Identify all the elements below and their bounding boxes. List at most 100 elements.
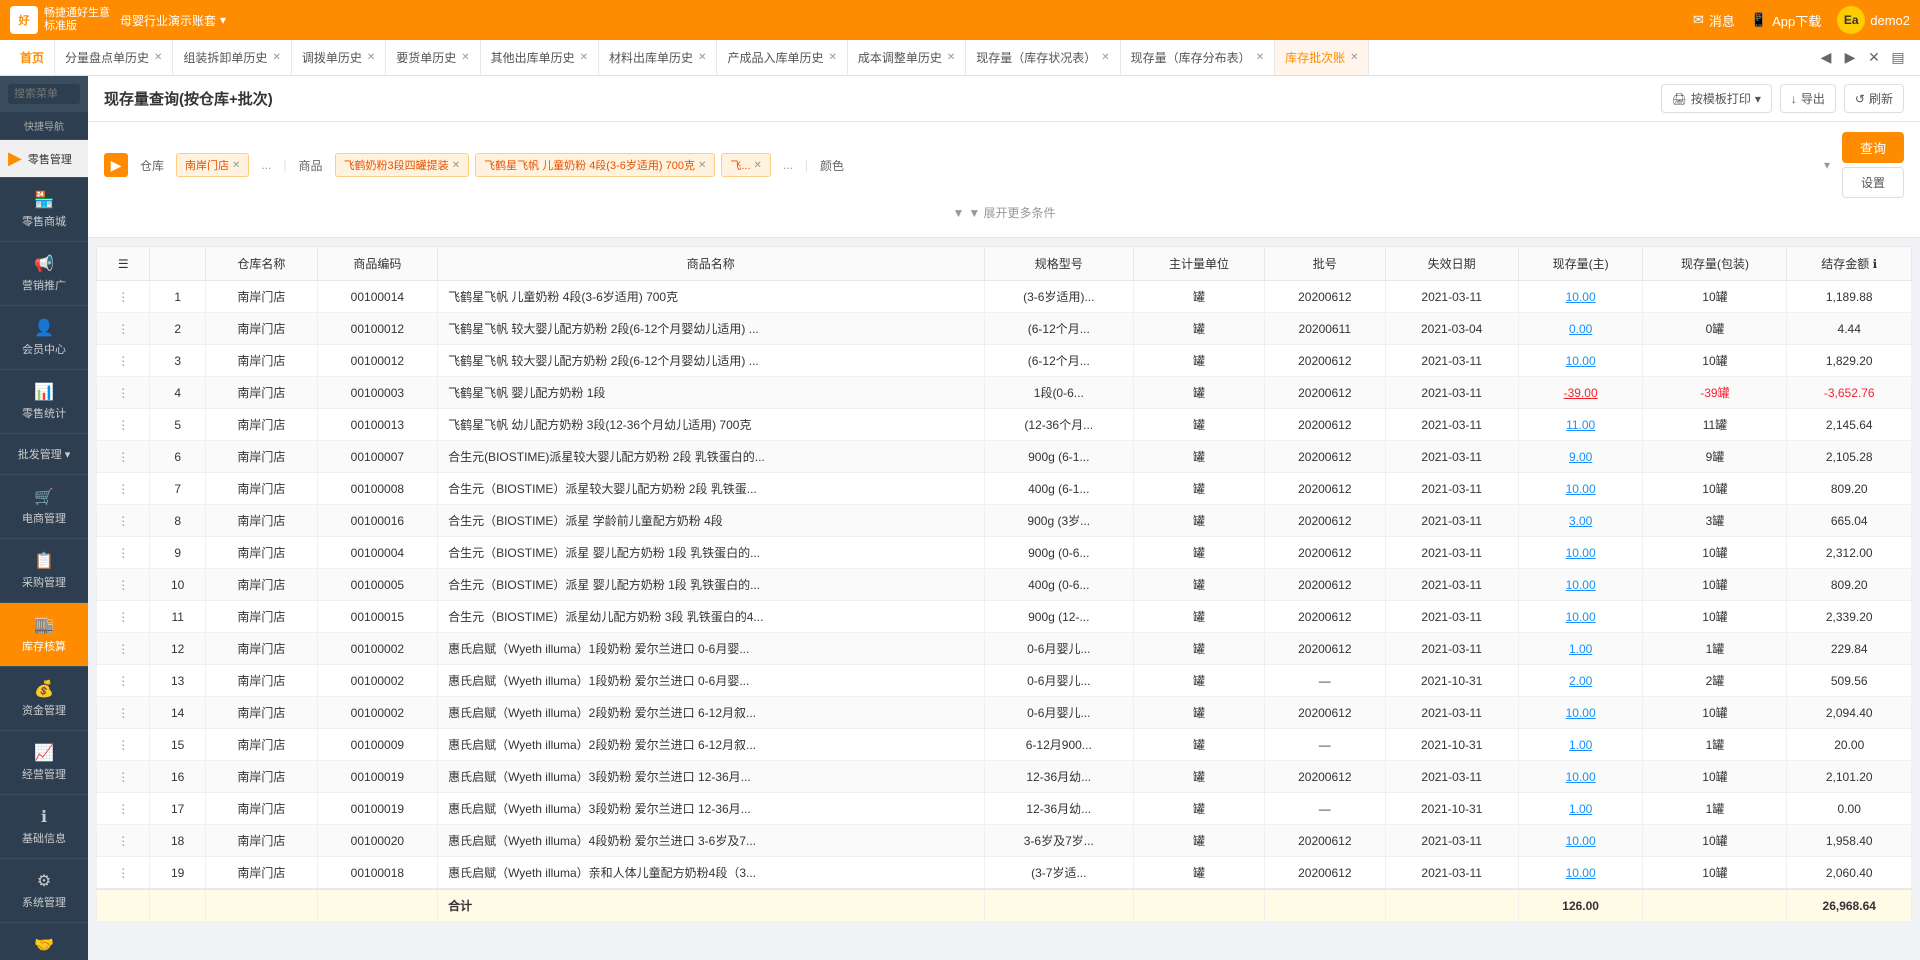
close-icon[interactable]: ✕ — [1350, 52, 1358, 63]
row-qty-main[interactable]: 1.00 — [1518, 793, 1643, 825]
remove-goods-tag1-btn[interactable]: ✕ — [452, 160, 460, 171]
row-qty-main[interactable]: 10.00 — [1518, 825, 1643, 857]
row-ops[interactable]: ⋮ — [97, 793, 150, 825]
row-ops[interactable]: ⋮ — [97, 697, 150, 729]
row-qty-main[interactable]: 10.00 — [1518, 601, 1643, 633]
sidebar-item-basic-info[interactable]: ℹ 基础信息 — [0, 795, 88, 859]
close-icon[interactable]: ✕ — [461, 52, 469, 63]
row-ops[interactable]: ⋮ — [97, 761, 150, 793]
close-icon[interactable]: ✕ — [1256, 52, 1264, 63]
row-ops[interactable]: ⋮ — [97, 409, 150, 441]
sidebar-item-member[interactable]: 👤 会员中心 — [0, 306, 88, 370]
row-ops[interactable]: ⋮ — [97, 313, 150, 345]
row-qty-main[interactable]: -39.00 — [1518, 377, 1643, 409]
close-icon[interactable]: ✕ — [154, 52, 162, 63]
tab-11-active[interactable]: 库存批次账 ✕ — [1275, 40, 1369, 76]
app-download-btn[interactable]: 📱 App下载 — [1751, 11, 1821, 30]
tab-7[interactable]: 产成品入库单历史 ✕ — [717, 40, 847, 76]
row-qty-main[interactable]: 2.00 — [1518, 665, 1643, 697]
tab-8[interactable]: 成本调整单历史 ✕ — [848, 40, 966, 76]
sidebar-item-inventory[interactable]: 🏬 库存核算 — [0, 603, 88, 667]
export-btn[interactable]: ↓ 导出 — [1780, 84, 1836, 113]
row-ops[interactable]: ⋮ — [97, 825, 150, 857]
tab-6[interactable]: 材料出库单历史 ✕ — [599, 40, 717, 76]
tab-home[interactable]: 首页 — [10, 40, 55, 76]
warehouse-more-btn[interactable]: ... — [261, 158, 271, 172]
row-ops[interactable]: ⋮ — [97, 569, 150, 601]
row-qty-main[interactable]: 0.00 — [1518, 313, 1643, 345]
sidebar-item-retail-mgmt[interactable]: ▶ 零售管理 — [0, 140, 88, 178]
tab-10[interactable]: 现存量（库存分布表） ✕ — [1121, 40, 1275, 76]
row-qty-main[interactable]: 10.00 — [1518, 761, 1643, 793]
print-btn[interactable]: 🖨 按模板打印 ▾ — [1661, 84, 1772, 113]
close-icon[interactable]: ✕ — [580, 52, 588, 63]
row-qty-main[interactable]: 10.00 — [1518, 537, 1643, 569]
row-ops[interactable]: ⋮ — [97, 281, 150, 313]
tab-3[interactable]: 调拨单历史 ✕ — [292, 40, 386, 76]
sidebar-item-wholesale[interactable]: 批发管理 ▾ — [0, 434, 88, 475]
sidebar-item-ecommerce[interactable]: 🛒 电商管理 — [0, 475, 88, 539]
sidebar-item-retail-mall[interactable]: 🏪 零售商城 — [0, 178, 88, 242]
row-qty-main[interactable]: 1.00 — [1518, 729, 1643, 761]
close-icon[interactable]: ✕ — [698, 52, 706, 63]
sidebar-item-marketing[interactable]: 📢 营销推广 — [0, 242, 88, 306]
filter-expand-btn[interactable]: ▶ — [104, 153, 128, 177]
row-ops[interactable]: ⋮ — [97, 473, 150, 505]
sidebar-item-retail-stats[interactable]: 📊 零售统计 — [0, 370, 88, 434]
tab-1[interactable]: 分量盘点单历史 ✕ — [55, 40, 173, 76]
tab-5[interactable]: 其他出库单历史 ✕ — [481, 40, 599, 76]
tab-4[interactable]: 要货单历史 ✕ — [386, 40, 480, 76]
row-qty-main[interactable]: 1.00 — [1518, 633, 1643, 665]
sidebar-item-collab[interactable]: 🤝 企业协同 — [0, 923, 88, 960]
row-ops[interactable]: ⋮ — [97, 729, 150, 761]
row-qty-main[interactable]: 3.00 — [1518, 505, 1643, 537]
sidebar-item-business[interactable]: 📈 经营管理 — [0, 731, 88, 795]
settings-btn[interactable]: 设置 — [1842, 167, 1904, 198]
color-dropdown-arrow[interactable]: ▾ — [1824, 158, 1830, 172]
close-icon[interactable]: ✕ — [367, 52, 375, 63]
sidebar-item-finance[interactable]: 💰 资金管理 — [0, 667, 88, 731]
tab-2[interactable]: 组装拆卸单历史 ✕ — [173, 40, 291, 76]
row-qty-main[interactable]: 11.00 — [1518, 409, 1643, 441]
row-qty-main[interactable]: 10.00 — [1518, 569, 1643, 601]
row-ops[interactable]: ⋮ — [97, 601, 150, 633]
expand-more-conditions-btn[interactable]: ▼ ▼ 展开更多条件 — [104, 198, 1904, 227]
close-icon[interactable]: ✕ — [272, 52, 280, 63]
tab-9[interactable]: 现存量（库存状况表） ✕ — [966, 40, 1120, 76]
nav-more-btn[interactable]: ▤ — [1886, 46, 1910, 70]
messages-btn[interactable]: ✉ 消息 — [1693, 11, 1735, 30]
refresh-btn[interactable]: ↺ 刷新 — [1844, 84, 1904, 113]
row-qty-main[interactable]: 10.00 — [1518, 697, 1643, 729]
close-icon[interactable]: ✕ — [1101, 52, 1109, 63]
row-ops[interactable]: ⋮ — [97, 857, 150, 890]
close-icon[interactable]: ✕ — [828, 52, 836, 63]
row-ops[interactable]: ⋮ — [97, 377, 150, 409]
row-qty-main[interactable]: 9.00 — [1518, 441, 1643, 473]
row-ops[interactable]: ⋮ — [97, 505, 150, 537]
account-dropdown[interactable]: 母婴行业演示账套 ▾ — [120, 12, 226, 29]
nav-prev-btn[interactable]: ◀ — [1814, 46, 1838, 70]
row-spec: 0-6月婴儿... — [984, 633, 1133, 665]
row-ops[interactable]: ⋮ — [97, 665, 150, 697]
nav-next-btn[interactable]: ▶ — [1838, 46, 1862, 70]
goods-more-btn[interactable]: ... — [783, 158, 793, 172]
row-qty-main[interactable]: 10.00 — [1518, 857, 1643, 890]
row-qty-main[interactable]: 10.00 — [1518, 473, 1643, 505]
close-icon[interactable]: ✕ — [947, 52, 955, 63]
row-ops[interactable]: ⋮ — [97, 537, 150, 569]
sidebar-item-system[interactable]: ⚙ 系统管理 — [0, 859, 88, 923]
query-btn[interactable]: 查询 — [1842, 132, 1904, 163]
nav-close-btn[interactable]: ✕ — [1862, 46, 1886, 70]
row-ops[interactable]: ⋮ — [97, 441, 150, 473]
remove-goods-tag2-btn[interactable]: ✕ — [698, 160, 706, 171]
row-batch: — — [1265, 665, 1385, 697]
remove-goods-tag3-btn[interactable]: ✕ — [754, 160, 762, 171]
search-input[interactable] — [8, 84, 80, 104]
row-ops[interactable]: ⋮ — [97, 633, 150, 665]
user-menu[interactable]: Ea demo2 — [1837, 6, 1910, 34]
remove-warehouse-tag-btn[interactable]: ✕ — [232, 160, 240, 171]
row-qty-main[interactable]: 10.00 — [1518, 345, 1643, 377]
row-qty-main[interactable]: 10.00 — [1518, 281, 1643, 313]
row-ops[interactable]: ⋮ — [97, 345, 150, 377]
sidebar-item-purchase[interactable]: 📋 采购管理 — [0, 539, 88, 603]
